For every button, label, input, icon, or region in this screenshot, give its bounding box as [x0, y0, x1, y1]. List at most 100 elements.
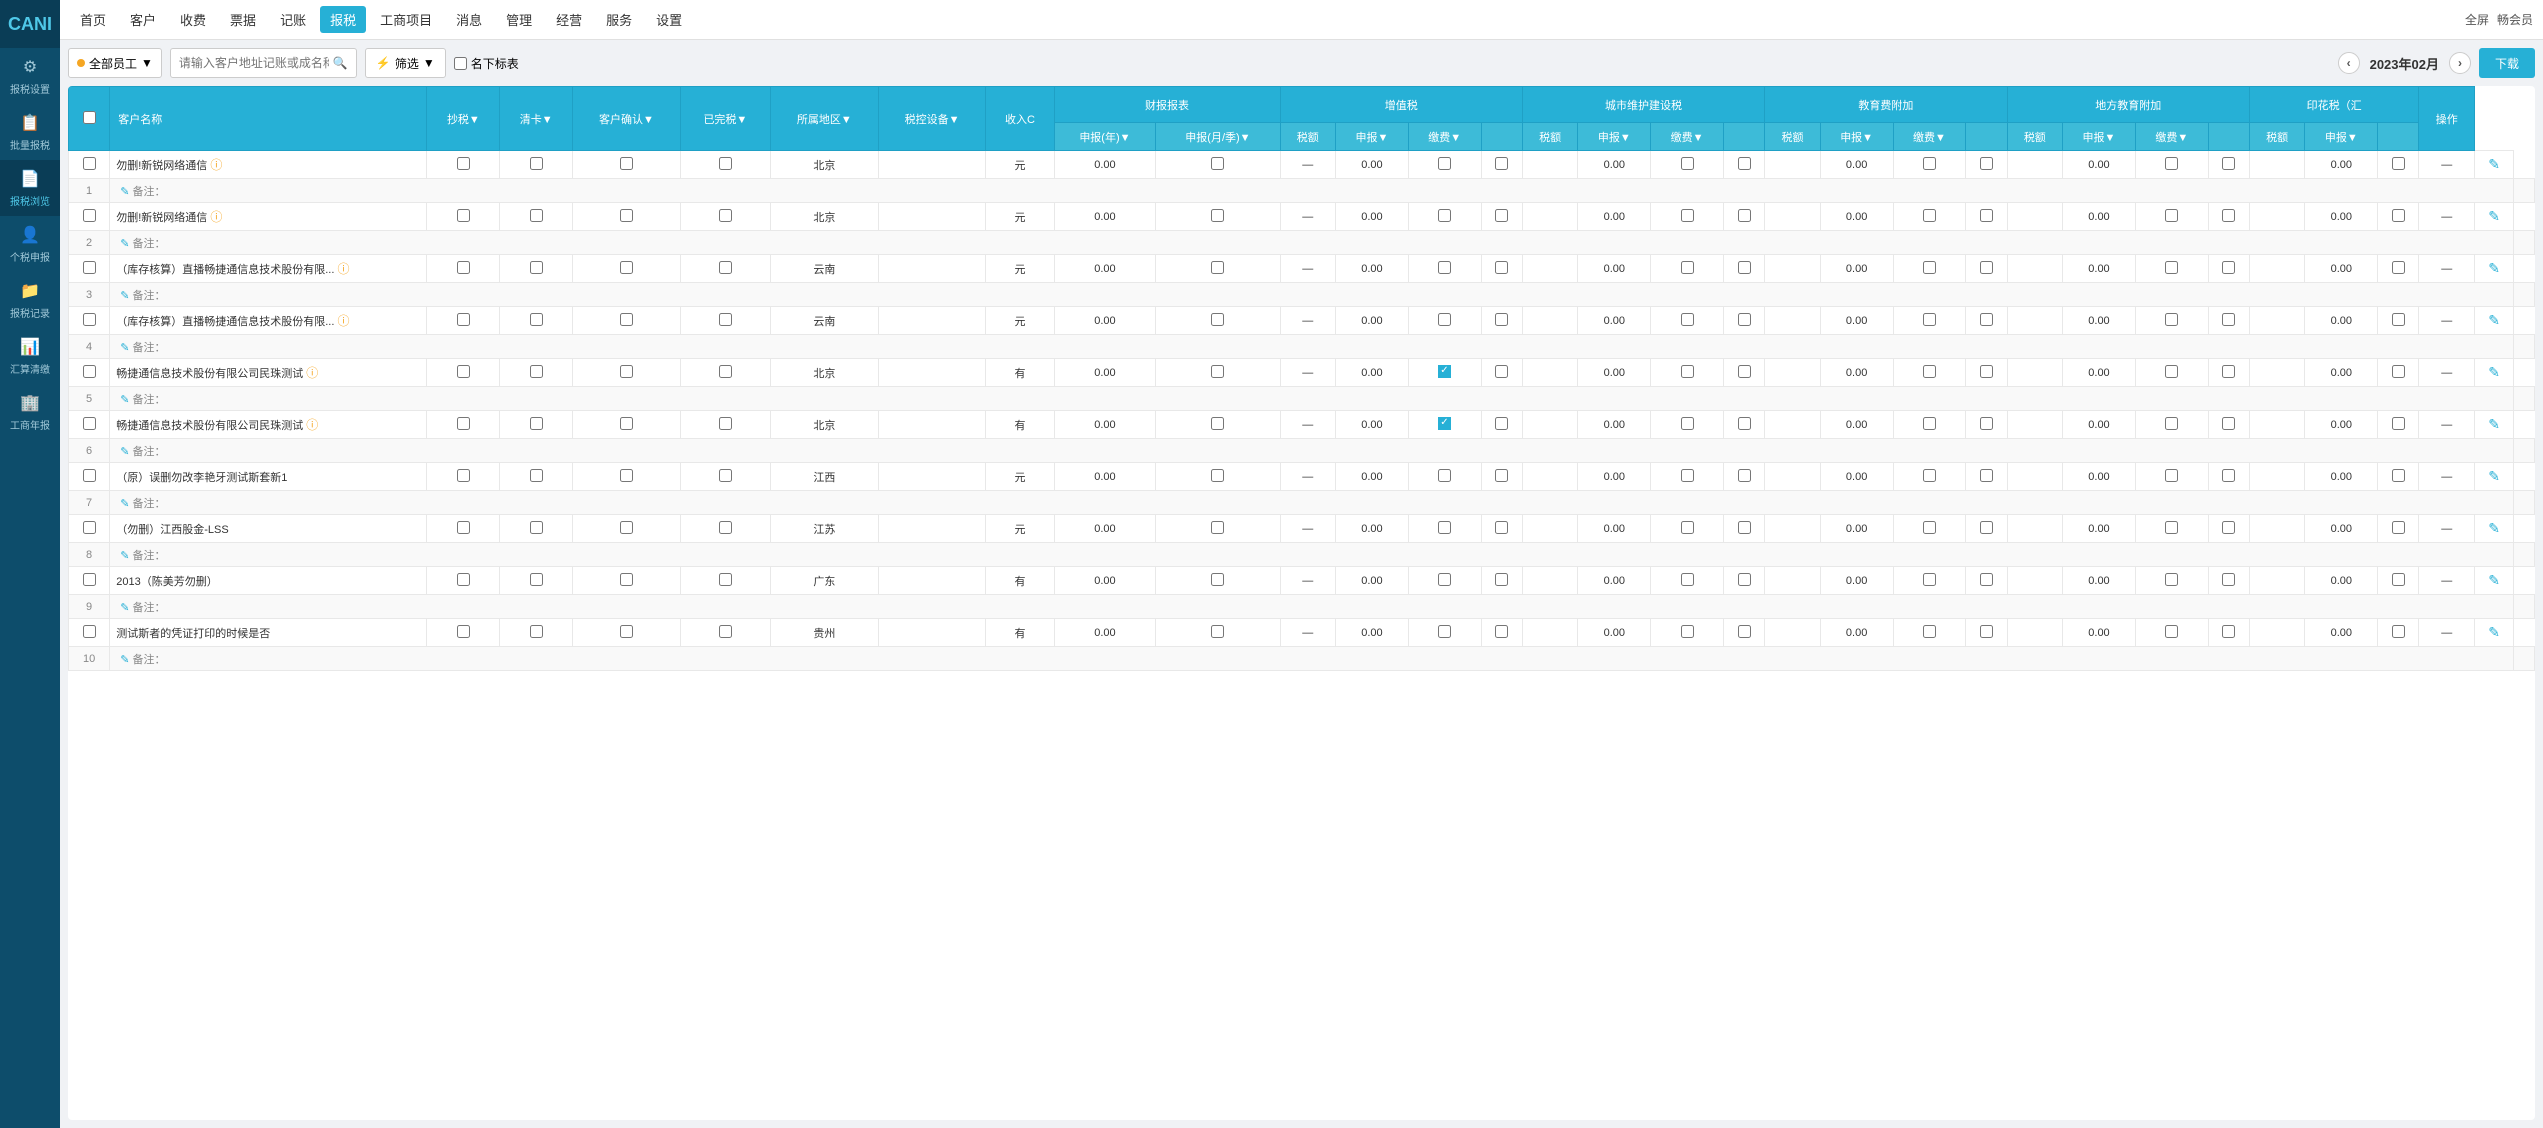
- row-wansui[interactable]: [680, 567, 770, 595]
- row-df-jf[interactable]: [2208, 255, 2249, 283]
- row-confirm[interactable]: [573, 359, 681, 387]
- row-jy-jf[interactable]: [1966, 255, 2007, 283]
- row-cb-year[interactable]: [1156, 151, 1280, 179]
- row-zzs-sb[interactable]: [1408, 567, 1481, 595]
- row-checkbox[interactable]: [83, 313, 96, 326]
- row-csj-sb[interactable]: [1651, 515, 1724, 543]
- row-yhs-sb[interactable]: [2378, 567, 2419, 595]
- row-csj-jf[interactable]: [1723, 359, 1764, 387]
- row-yhs-sb[interactable]: [2378, 515, 2419, 543]
- edit-icon[interactable]: ✎: [2488, 520, 2500, 536]
- row-cb-year[interactable]: [1156, 567, 1280, 595]
- row-zzs-sb[interactable]: [1408, 307, 1481, 335]
- row-cb-year[interactable]: [1156, 515, 1280, 543]
- next-month-button[interactable]: ›: [2449, 52, 2471, 74]
- row-wansui[interactable]: [680, 619, 770, 647]
- row-confirm[interactable]: [573, 567, 681, 595]
- row-csj-jf[interactable]: [1723, 255, 1764, 283]
- row-zzs-jf[interactable]: [1481, 203, 1522, 231]
- nav-customer[interactable]: 客户: [120, 6, 166, 33]
- row-zzs-sb[interactable]: [1408, 203, 1481, 231]
- row-jy-sb[interactable]: [1893, 203, 1966, 231]
- employee-filter-select[interactable]: 全部员工 ▼: [68, 48, 162, 78]
- th-checkbox[interactable]: [69, 87, 110, 151]
- nav-manage[interactable]: 管理: [496, 6, 542, 33]
- row-chaoshui[interactable]: [427, 203, 500, 231]
- row-jy-jf[interactable]: [1966, 463, 2007, 491]
- row-qingka[interactable]: [500, 567, 573, 595]
- row-qingka[interactable]: [500, 515, 573, 543]
- row-jy-jf[interactable]: [1966, 151, 2007, 179]
- row-zzs-jf[interactable]: [1481, 463, 1522, 491]
- row-csj-jf[interactable]: [1723, 463, 1764, 491]
- row-confirm[interactable]: [573, 619, 681, 647]
- row-confirm[interactable]: [573, 151, 681, 179]
- row-checkbox[interactable]: [83, 417, 96, 430]
- row-yhs-sb[interactable]: [2378, 463, 2419, 491]
- row-qingka[interactable]: [500, 151, 573, 179]
- row-jy-sb[interactable]: [1893, 411, 1966, 439]
- row-qingka[interactable]: [500, 359, 573, 387]
- edit-icon[interactable]: ✎: [2488, 156, 2500, 172]
- named-table-checkbox-label[interactable]: 名下标表: [454, 55, 519, 72]
- row-zzs-jf[interactable]: [1481, 515, 1522, 543]
- row-yhs-sb[interactable]: [2378, 359, 2419, 387]
- row-csj-sb[interactable]: [1651, 619, 1724, 647]
- row-jy-jf[interactable]: [1966, 411, 2007, 439]
- row-csj-jf[interactable]: [1723, 411, 1764, 439]
- row-jy-sb[interactable]: [1893, 255, 1966, 283]
- edit-icon[interactable]: ✎: [2488, 572, 2500, 588]
- nav-operation[interactable]: 经营: [546, 6, 592, 33]
- row-zzs-sb[interactable]: [1408, 463, 1481, 491]
- row-wansui[interactable]: [680, 359, 770, 387]
- row-wansui[interactable]: [680, 151, 770, 179]
- row-df-sb[interactable]: [2135, 463, 2208, 491]
- row-jy-sb[interactable]: [1893, 619, 1966, 647]
- row-confirm[interactable]: [573, 463, 681, 491]
- nav-home[interactable]: 首页: [70, 6, 116, 33]
- row-action[interactable]: ✎: [2474, 151, 2513, 179]
- row-yhs-sb[interactable]: [2378, 307, 2419, 335]
- row-zzs-sb[interactable]: [1408, 411, 1481, 439]
- row-action[interactable]: ✎: [2474, 619, 2513, 647]
- th-region[interactable]: 所属地区▼: [771, 87, 879, 151]
- search-input[interactable]: [179, 56, 329, 70]
- nav-fee[interactable]: 收费: [170, 6, 216, 33]
- th-zzs-sb[interactable]: 申报▼: [1336, 123, 1409, 151]
- row-chaoshui[interactable]: [427, 567, 500, 595]
- row-confirm[interactable]: [573, 515, 681, 543]
- membership-btn[interactable]: 畅会员: [2497, 11, 2533, 28]
- th-income[interactable]: 收入C: [986, 87, 1054, 151]
- row-df-jf[interactable]: [2208, 359, 2249, 387]
- row-df-sb[interactable]: [2135, 567, 2208, 595]
- row-df-jf[interactable]: [2208, 307, 2249, 335]
- row-zzs-sb[interactable]: [1408, 515, 1481, 543]
- row-yhs-sb[interactable]: [2378, 619, 2419, 647]
- row-chaoshui[interactable]: [427, 255, 500, 283]
- row-jy-sb[interactable]: [1893, 515, 1966, 543]
- search-box[interactable]: 🔍: [170, 48, 357, 78]
- row-wansui[interactable]: [680, 515, 770, 543]
- row-jy-jf[interactable]: [1966, 619, 2007, 647]
- row-csj-sb[interactable]: [1651, 151, 1724, 179]
- row-confirm[interactable]: [573, 255, 681, 283]
- row-checkbox-cell[interactable]: [69, 203, 110, 231]
- row-action[interactable]: ✎: [2474, 567, 2513, 595]
- row-jy-sb[interactable]: [1893, 307, 1966, 335]
- row-zzs-jf[interactable]: [1481, 411, 1522, 439]
- row-cb-year[interactable]: [1156, 411, 1280, 439]
- row-df-jf[interactable]: [2208, 203, 2249, 231]
- row-zzs-jf[interactable]: [1481, 619, 1522, 647]
- row-checkbox[interactable]: [83, 573, 96, 586]
- row-chaoshui[interactable]: [427, 151, 500, 179]
- nav-service[interactable]: 服务: [596, 6, 642, 33]
- filter-button[interactable]: ⚡ 筛选 ▼: [365, 48, 446, 78]
- row-cb-year[interactable]: [1156, 463, 1280, 491]
- row-checkbox-cell[interactable]: [69, 567, 110, 595]
- named-table-checkbox[interactable]: [454, 57, 467, 70]
- row-df-jf[interactable]: [2208, 515, 2249, 543]
- row-checkbox[interactable]: [83, 625, 96, 638]
- row-chaoshui[interactable]: [427, 619, 500, 647]
- row-zzs-sb[interactable]: [1408, 255, 1481, 283]
- row-checkbox[interactable]: [83, 365, 96, 378]
